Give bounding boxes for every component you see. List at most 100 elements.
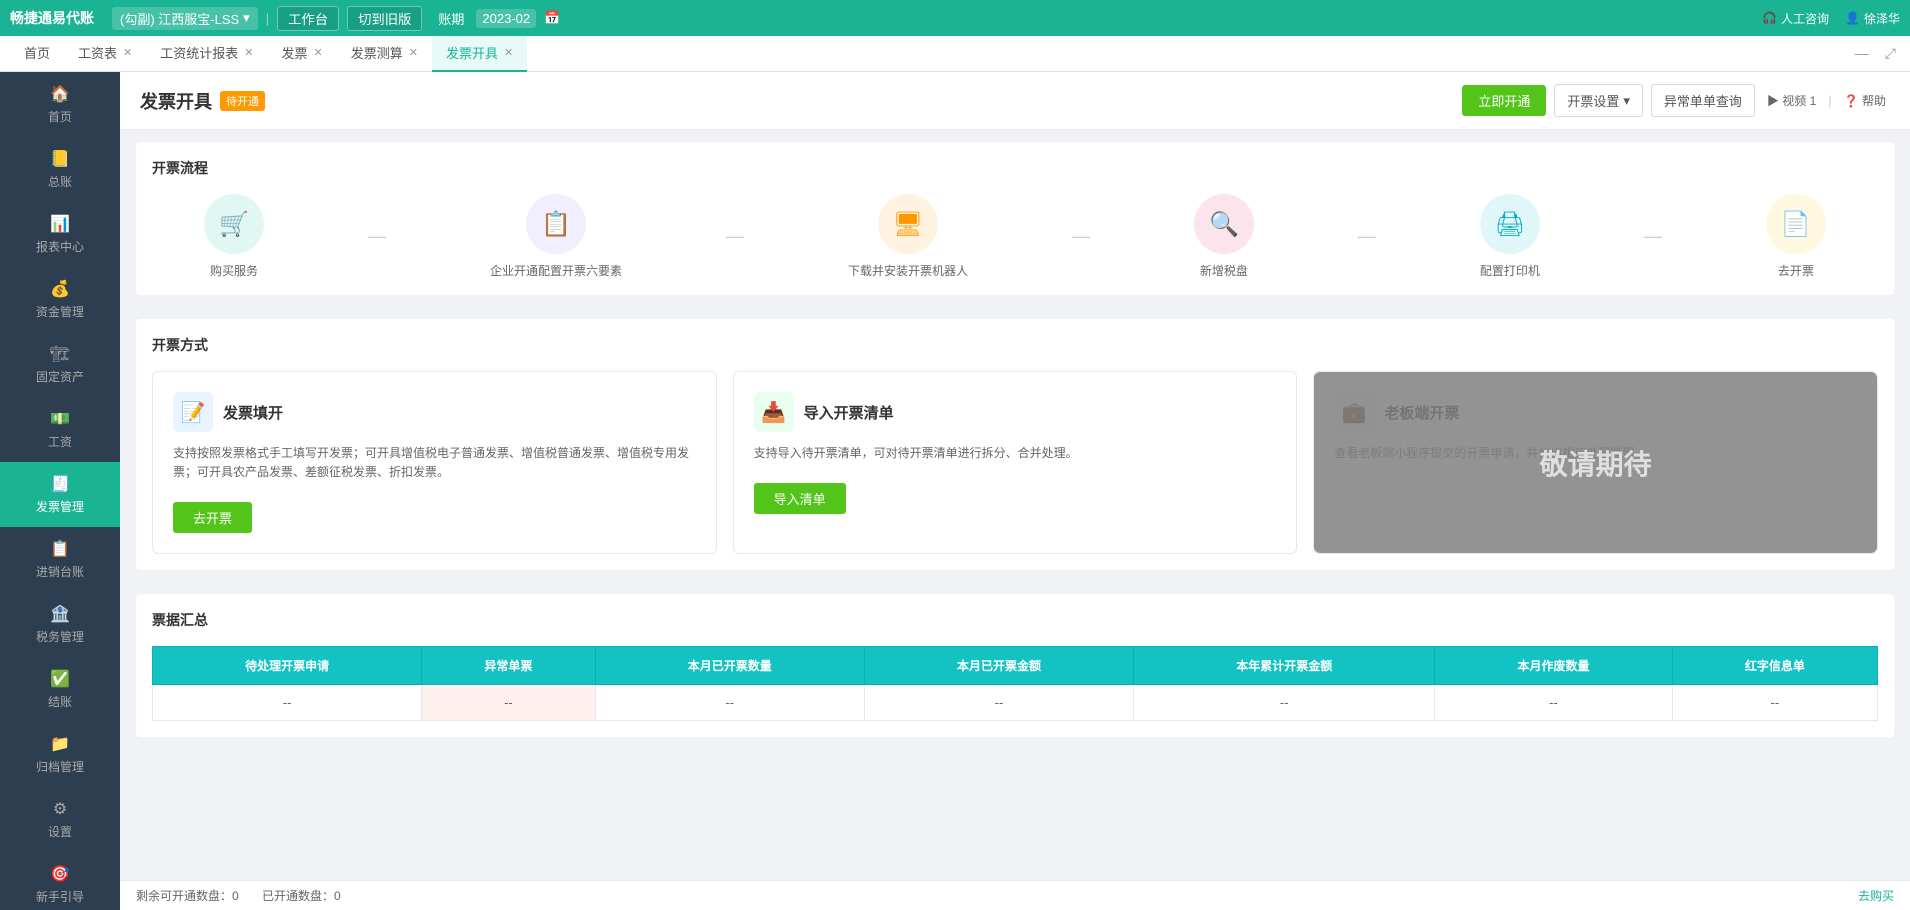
tab-invoice-issue[interactable]: 发票开具 ✕	[432, 36, 527, 72]
tab-home[interactable]: 首页	[10, 36, 64, 72]
tab-invoice-issue-label: 发票开具	[446, 43, 498, 62]
minimize-icon[interactable]: —	[1851, 43, 1873, 64]
buy-link[interactable]: 去购买	[1858, 887, 1894, 904]
sidebar-item-invoices[interactable]: 🧾 发票管理	[0, 462, 120, 527]
step-printer-icon: 🖨	[1480, 194, 1540, 254]
calendar-icon[interactable]: 📅	[544, 10, 560, 26]
help-button[interactable]: ❓ 帮助	[1840, 88, 1890, 113]
archive-icon: 📁	[50, 734, 70, 754]
sidebar-item-salary-label: 工资	[48, 433, 72, 450]
open-settings-button[interactable]: 开票设置 ▾	[1554, 84, 1643, 117]
footer-bar: 剩余可开通数盘：0 已开通数盘：0 去购买	[120, 880, 1910, 910]
guide-icon: 🎯	[50, 864, 70, 884]
sidebar-item-settings[interactable]: ⚙ 设置	[0, 787, 120, 852]
tab-invoice-calc-close[interactable]: ✕	[409, 46, 418, 59]
sidebar-item-tax[interactable]: 🏦 税务管理	[0, 592, 120, 657]
assets-icon: 🏗	[50, 344, 70, 364]
summary-section: 票据汇总 待处理开票申请 异常单票 本月已开票数量 本月已开票金额 本年累计开票…	[136, 594, 1894, 737]
step-buy-service-icon: 🛒	[204, 194, 264, 254]
step-issue: 📄 去开票	[1766, 194, 1826, 279]
step-tax-disc-icon: 🔍	[1194, 194, 1254, 254]
window-controls: — ⤢	[1851, 43, 1900, 64]
sidebar-item-archive[interactable]: 📁 归档管理	[0, 722, 120, 787]
step-printer: 🖨 配置打印机	[1480, 194, 1540, 279]
go-issue-button[interactable]: 去开票	[173, 502, 252, 533]
page-title-row: 发票开具 待开通	[140, 88, 265, 114]
step-configure-icon: 📋	[526, 194, 586, 254]
sidebar-item-assets[interactable]: 🏗 固定资产	[0, 332, 120, 397]
reports-icon: 📊	[50, 214, 70, 234]
summary-table: 待处理开票申请 异常单票 本月已开票数量 本月已开票金额 本年累计开票金额 本月…	[152, 646, 1878, 721]
step-download-label: 下载并安装开票机器人	[848, 262, 968, 279]
step-arrow-1: —	[368, 226, 386, 247]
view-count-label: 视频 1	[1782, 94, 1816, 108]
settings-icon: ⚙	[53, 799, 67, 819]
tab-invoice-calc[interactable]: 发票测算 ✕	[337, 36, 432, 72]
import-list-button[interactable]: 导入清单	[754, 483, 846, 514]
sidebar-item-reconcile[interactable]: ✅ 结账	[0, 657, 120, 722]
col-red-info: 红字信息单	[1672, 647, 1877, 685]
page-actions: 立即开通 开票设置 ▾ 异常单单查询 ▶ 视频 1 | ❓ 帮助	[1462, 84, 1890, 117]
tab-home-label: 首页	[24, 43, 50, 62]
step-tax-disc-label: 新增税盘	[1200, 262, 1248, 279]
sidebar-item-purchase-sales[interactable]: 📋 进销台账	[0, 527, 120, 592]
play-icon: ▶	[1767, 94, 1779, 108]
tab-salary-close[interactable]: ✕	[123, 46, 132, 59]
step-issue-icon: 📄	[1766, 194, 1826, 254]
method-import-desc: 支持导入待开票清单，可对待开票清单进行拆分、合并处理。	[754, 444, 1277, 463]
sidebar-item-ledger[interactable]: 📒 总账	[0, 137, 120, 202]
tab-invoice-close[interactable]: ✕	[314, 46, 323, 59]
step-configure: 📋 企业开通配置开票六要素	[490, 194, 622, 279]
step-buy-service-label: 购买服务	[210, 262, 258, 279]
col-month-count: 本月已开票数量	[595, 647, 864, 685]
funds-icon: 💰	[50, 279, 70, 299]
cell-abnormal: --	[422, 685, 595, 721]
company-selector[interactable]: (勾副) 江西服宝-LSS ▾	[112, 7, 258, 30]
help-icon: ❓	[1844, 94, 1859, 108]
divider: |	[1828, 93, 1831, 108]
tab-invoice[interactable]: 发票 ✕	[267, 36, 336, 72]
remaining-label: 剩余可开通数盘：0	[136, 889, 239, 903]
cell-pending: --	[153, 685, 422, 721]
method-import-header: 📥 导入开票清单	[754, 392, 1277, 432]
col-abnormal: 异常单票	[422, 647, 595, 685]
sidebar-item-archive-label: 归档管理	[36, 758, 84, 775]
user-profile-link[interactable]: 👤 徐泽华	[1845, 10, 1900, 27]
tab-salary-report-close[interactable]: ✕	[244, 46, 253, 59]
immediate-open-button[interactable]: 立即开通	[1462, 85, 1546, 116]
sidebar-item-home[interactable]: 🏠 首页	[0, 72, 120, 137]
sidebar-item-home-label: 首页	[48, 108, 72, 125]
methods-row: 📝 发票填开 支持按照发票格式手工填写开发票；可开具增值税电子普通发票、增值税普…	[152, 371, 1878, 554]
main-layout: 🏠 首页 📒 总账 📊 报表中心 💰 资金管理 🏗 固定资产 💵 工资 🧾 发票…	[0, 72, 1910, 910]
sidebar-item-settings-label: 设置	[48, 823, 72, 840]
sidebar-item-guide[interactable]: 🎯 新手引导	[0, 852, 120, 910]
col-year-amount: 本年累计开票金额	[1134, 647, 1435, 685]
purchase-sales-icon: 📋	[50, 539, 70, 559]
tab-salary[interactable]: 工资表 ✕	[64, 36, 146, 72]
sidebar-item-reports[interactable]: 📊 报表中心	[0, 202, 120, 267]
sidebar: 🏠 首页 📒 总账 📊 报表中心 💰 资金管理 🏗 固定资产 💵 工资 🧾 发票…	[0, 72, 120, 910]
user-service-link[interactable]: 🎧 人工咨询	[1762, 10, 1829, 27]
tax-icon: 🏦	[50, 604, 70, 624]
sidebar-item-funds-label: 资金管理	[36, 303, 84, 320]
chevron-down-icon: ▾	[1623, 93, 1630, 109]
sidebar-item-reports-label: 报表中心	[36, 238, 84, 255]
maximize-icon[interactable]: ⤢	[1881, 43, 1900, 64]
app-logo: 畅捷通易代账	[10, 8, 94, 28]
abnormal-query-button[interactable]: 异常单单查询	[1651, 84, 1755, 117]
process-title: 开票流程	[152, 158, 1878, 178]
content-area: 发票开具 待开通 立即开通 开票设置 ▾ 异常单单查询 ▶ 视频 1 | ❓ 帮…	[120, 72, 1910, 910]
sidebar-item-purchase-sales-label: 进销台账	[36, 563, 84, 580]
method-card-import: 📥 导入开票清单 支持导入待开票清单，可对待开票清单进行拆分、合并处理。 导入清…	[733, 371, 1298, 554]
tab-invoice-label: 发票	[281, 43, 307, 62]
disabled-watermark: 敬请期待	[1540, 443, 1652, 483]
tab-invoice-issue-close[interactable]: ✕	[504, 46, 513, 59]
top-bar-left: 畅捷通易代账 (勾副) 江西服宝-LSS ▾ | 工作台 切到旧版 账期 202…	[10, 6, 560, 31]
tab-salary-report[interactable]: 工资统计报表 ✕	[146, 36, 267, 72]
sidebar-item-salary[interactable]: 💵 工资	[0, 397, 120, 462]
step-buy-service: 🛒 购买服务	[204, 194, 264, 279]
view-count-button[interactable]: ▶ 视频 1	[1763, 88, 1820, 113]
switch-old-button[interactable]: 切到旧版	[347, 6, 422, 31]
workspace-button[interactable]: 工作台	[277, 6, 339, 31]
sidebar-item-funds[interactable]: 💰 资金管理	[0, 267, 120, 332]
